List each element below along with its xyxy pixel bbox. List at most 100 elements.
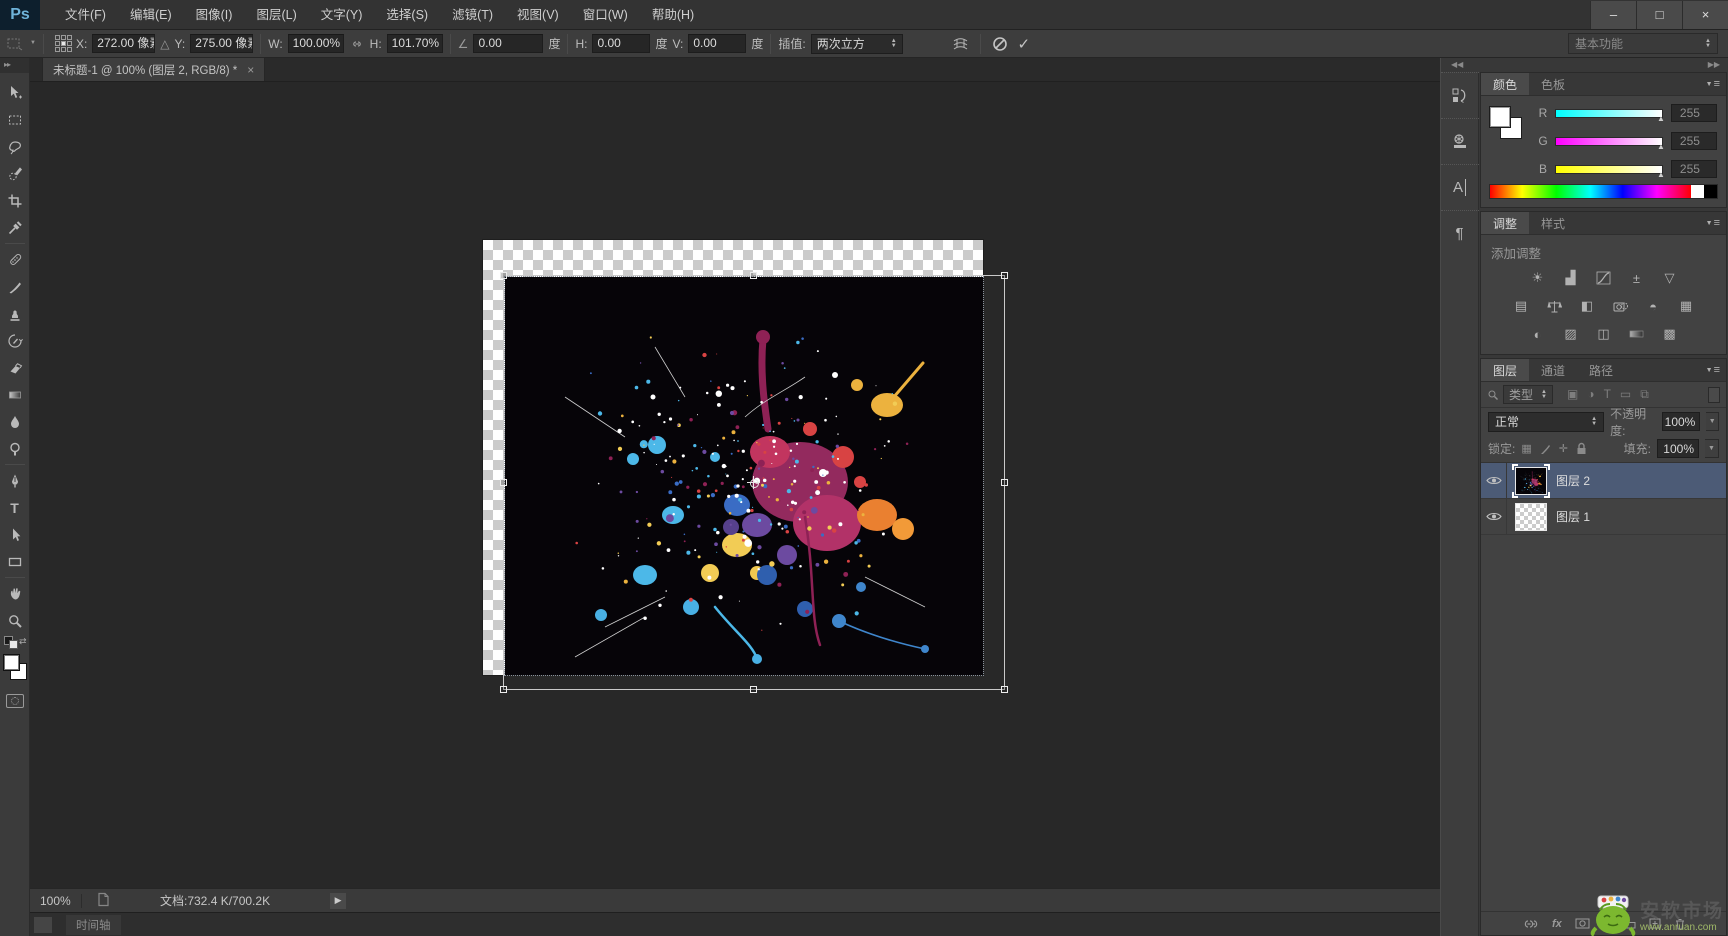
- filter-type-layers-icon[interactable]: T: [1604, 387, 1611, 402]
- brightness-contrast-icon[interactable]: ☀: [1526, 268, 1550, 288]
- workspace-switcher[interactable]: 基本功能 ▲ ▼: [1568, 33, 1718, 54]
- invert-icon[interactable]: ◐: [1526, 324, 1550, 344]
- menu-select[interactable]: 选择(S): [375, 0, 439, 30]
- layer-style-fx-icon[interactable]: fx: [1552, 918, 1562, 930]
- fill-field[interactable]: 100%: [1657, 439, 1699, 458]
- minimize-button[interactable]: –: [1590, 0, 1636, 29]
- blur-tool[interactable]: [2, 408, 28, 435]
- opacity-dropdown-button[interactable]: ▼: [1706, 412, 1719, 431]
- width-input[interactable]: 100.00%: [287, 34, 344, 53]
- commit-transform-button[interactable]: ✓: [1012, 33, 1036, 55]
- threshold-icon[interactable]: ◫: [1592, 324, 1616, 344]
- collapse-tools-icon[interactable]: ▸▸: [0, 58, 29, 73]
- transform-handle-bottom-left[interactable]: [500, 686, 507, 693]
- tool-preset-picker[interactable]: ▼: [6, 37, 36, 51]
- dodge-tool[interactable]: [2, 435, 28, 462]
- lock-position-icon[interactable]: ✛: [1559, 442, 1568, 455]
- filter-smart-objects-icon[interactable]: ⧉: [1640, 387, 1649, 402]
- blue-slider-thumb[interactable]: ▲: [1657, 170, 1665, 179]
- blue-value-field[interactable]: 255: [1670, 160, 1717, 178]
- menu-filter[interactable]: 滤镜(T): [441, 0, 504, 30]
- quick-selection-tool[interactable]: [2, 160, 28, 187]
- selective-color-icon[interactable]: ▩: [1658, 324, 1682, 344]
- transform-reference-point[interactable]: [747, 475, 760, 489]
- panel-menu-icon[interactable]: ▼ ≡: [1706, 359, 1726, 381]
- photo-filter-icon[interactable]: [1608, 296, 1632, 316]
- angle-input[interactable]: 0.00: [473, 34, 544, 53]
- color-balance-icon[interactable]: [1542, 296, 1566, 316]
- collapse-panels-icon[interactable]: ◀◀: [1451, 60, 1463, 72]
- menu-type[interactable]: 文字(Y): [310, 0, 374, 30]
- lock-pixels-icon[interactable]: [1540, 443, 1551, 455]
- white-swatch[interactable]: [1691, 185, 1704, 198]
- red-slider[interactable]: [1555, 108, 1663, 118]
- green-slider[interactable]: [1555, 136, 1663, 146]
- character-panel-icon[interactable]: A: [1440, 164, 1479, 210]
- vskew-input[interactable]: 0.00: [688, 34, 747, 53]
- relative-position-icon[interactable]: △: [160, 37, 169, 51]
- spectrum-gradient[interactable]: [1490, 185, 1691, 198]
- filter-pixel-layers-icon[interactable]: ▣: [1567, 387, 1578, 402]
- panel-menu-icon[interactable]: ▼ ≡: [1706, 212, 1726, 234]
- levels-icon[interactable]: ▟: [1559, 268, 1583, 288]
- path-selection-tool[interactable]: [2, 521, 28, 548]
- layer2-thumbnail[interactable]: [1512, 463, 1550, 498]
- maximize-button[interactable]: □: [1636, 0, 1682, 29]
- tab-close-icon[interactable]: ×: [247, 63, 254, 77]
- quick-mask-mode-button[interactable]: [5, 694, 24, 708]
- red-slider-thumb[interactable]: ▲: [1657, 114, 1665, 123]
- tab-layers[interactable]: 图层: [1481, 359, 1530, 381]
- foreground-color-swatch[interactable]: [2, 654, 20, 671]
- menu-window[interactable]: 窗口(W): [572, 0, 639, 30]
- transform-handle-middle-left[interactable]: [500, 478, 507, 486]
- green-value-field[interactable]: 255: [1670, 132, 1717, 150]
- spot-healing-brush-tool[interactable]: [2, 246, 28, 273]
- transform-handle-middle-right[interactable]: [1001, 478, 1008, 486]
- canvas-pasteboard[interactable]: [30, 82, 1440, 888]
- filter-shape-layers-icon[interactable]: ▭: [1620, 387, 1631, 402]
- menu-edit[interactable]: 编辑(E): [119, 0, 183, 30]
- zoom-tool[interactable]: [2, 607, 28, 634]
- timeline-tab[interactable]: 时间轴: [66, 914, 121, 935]
- transform-handle-bottom-middle[interactable]: [750, 686, 757, 693]
- timeline-collapse-box[interactable]: [34, 916, 52, 933]
- tab-swatches[interactable]: 色板: [1529, 73, 1577, 95]
- history-brush-tool[interactable]: [2, 327, 28, 354]
- foreground-color-well[interactable]: [1489, 106, 1511, 128]
- layer-row-1[interactable]: 图层 1: [1481, 498, 1726, 535]
- transform-handle-top-left[interactable]: [500, 272, 507, 279]
- cancel-transform-button[interactable]: [988, 33, 1012, 55]
- filter-adjustment-layers-icon[interactable]: ◑: [1587, 387, 1594, 402]
- gradient-tool[interactable]: [2, 381, 28, 408]
- red-value-field[interactable]: 255: [1670, 104, 1717, 122]
- y-input[interactable]: 275.00 像素: [190, 34, 254, 53]
- layer1-thumbnail[interactable]: [1515, 502, 1547, 531]
- brush-tool[interactable]: [2, 273, 28, 300]
- move-tool[interactable]: [2, 79, 28, 106]
- exposure-icon[interactable]: ±: [1625, 268, 1649, 288]
- layer1-visibility-toggle[interactable]: [1481, 498, 1507, 535]
- height-input[interactable]: 101.70%: [386, 34, 443, 53]
- clone-stamp-tool[interactable]: [2, 300, 28, 327]
- layer2-name[interactable]: 图层 2: [1556, 472, 1590, 489]
- fill-dropdown-button[interactable]: ▼: [1705, 439, 1719, 458]
- gradient-map-icon[interactable]: [1625, 324, 1649, 344]
- vibrance-icon[interactable]: ▽: [1658, 268, 1682, 288]
- tab-styles[interactable]: 样式: [1529, 212, 1577, 234]
- type-tool[interactable]: T: [2, 494, 28, 521]
- menu-file[interactable]: 文件(F): [54, 0, 117, 30]
- tab-channels[interactable]: 通道: [1529, 359, 1577, 381]
- interpolation-dropdown[interactable]: 两次立方 ▲ ▼: [810, 33, 903, 54]
- zoom-level-field[interactable]: 100%: [30, 893, 82, 908]
- posterize-icon[interactable]: ▨: [1559, 324, 1583, 344]
- default-swap-colors[interactable]: ⇄: [3, 636, 27, 652]
- crop-tool[interactable]: [2, 187, 28, 214]
- pen-tool[interactable]: [2, 467, 28, 494]
- transform-handle-top-right[interactable]: [1001, 272, 1008, 279]
- eyedropper-tool[interactable]: [2, 214, 28, 241]
- link-layers-icon[interactable]: [1523, 919, 1539, 929]
- blue-slider[interactable]: [1555, 164, 1663, 174]
- tab-paths[interactable]: 路径: [1577, 359, 1625, 381]
- layer2-visibility-toggle[interactable]: [1481, 462, 1507, 499]
- rectangular-marquee-tool[interactable]: [2, 106, 28, 133]
